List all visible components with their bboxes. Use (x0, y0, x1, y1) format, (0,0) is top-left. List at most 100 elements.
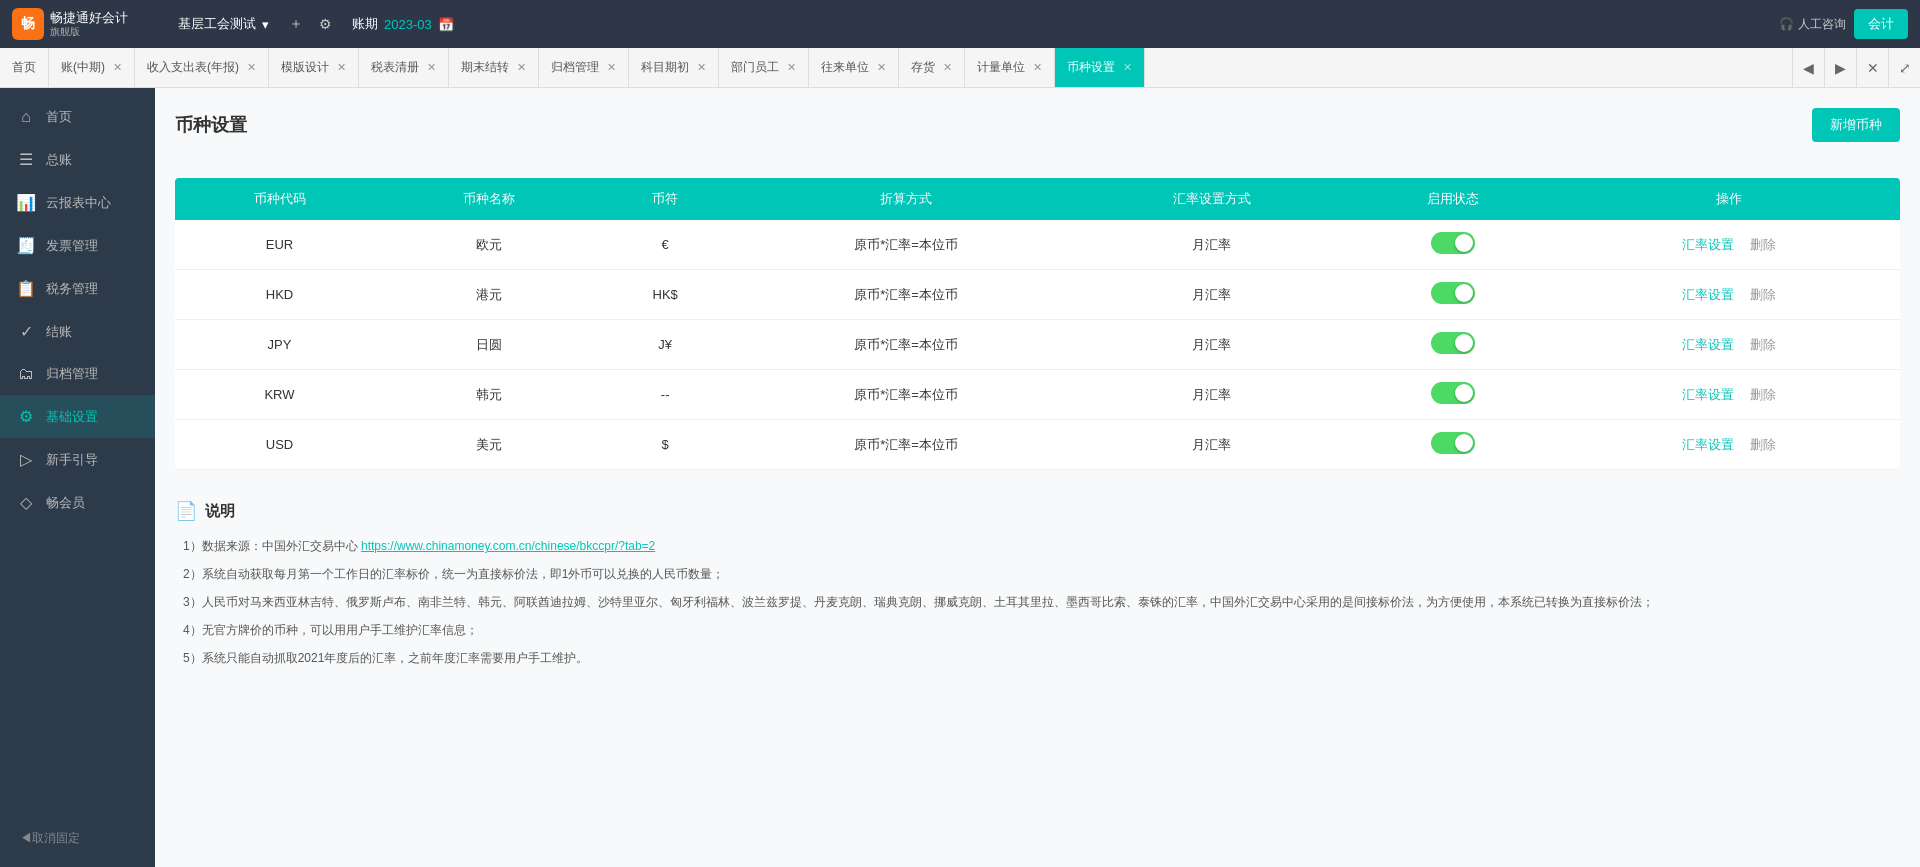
tab-close-contacts[interactable]: ✕ (877, 61, 886, 74)
toggle-1[interactable] (1431, 282, 1475, 304)
cell-symbol-2: J¥ (593, 320, 737, 370)
cell-code-1: HKD (175, 270, 384, 320)
toggle-track-4[interactable] (1431, 432, 1475, 454)
tab-period-end[interactable]: 期末结转 ✕ (449, 48, 539, 87)
cell-rate-type-4: 月汇率 (1075, 420, 1349, 470)
rate-setting-link-4[interactable]: 汇率设置 (1682, 437, 1734, 452)
delete-link-2[interactable]: 删除 (1750, 337, 1776, 352)
cell-action-3: 汇率设置 删除 (1558, 370, 1900, 420)
tab-close-currency[interactable]: ✕ (1123, 61, 1132, 74)
delete-link-0[interactable]: 删除 (1750, 237, 1776, 252)
sidebar-item-home[interactable]: ⌂ 首页 (0, 96, 155, 138)
checkout-icon: ✓ (16, 322, 36, 341)
tab-home[interactable]: 首页 (0, 48, 49, 87)
delete-link-3[interactable]: 删除 (1750, 387, 1776, 402)
tab-template[interactable]: 模版设计 ✕ (269, 48, 359, 87)
col-symbol: 币符 (593, 178, 737, 220)
tab-inventory[interactable]: 存货 ✕ (899, 48, 965, 87)
tab-period[interactable]: 账(中期) ✕ (49, 48, 135, 87)
pin-button[interactable]: ◀取消固定 (12, 822, 143, 855)
tab-archive[interactable]: 归档管理 ✕ (539, 48, 629, 87)
toggle-track-1[interactable] (1431, 282, 1475, 304)
sidebar-item-guide[interactable]: ▷ 新手引导 (0, 438, 155, 481)
notes-link[interactable]: https://www.chinamoney.com.cn/chinese/bk… (361, 539, 655, 553)
cell-toggle-4[interactable] (1349, 420, 1558, 470)
cell-name-0: 欧元 (384, 220, 593, 270)
tab-close-income[interactable]: ✕ (247, 61, 256, 74)
cell-toggle-2[interactable] (1349, 320, 1558, 370)
cell-rate-type-1: 月汇率 (1075, 270, 1349, 320)
delete-link-4[interactable]: 删除 (1750, 437, 1776, 452)
delete-link-1[interactable]: 删除 (1750, 287, 1776, 302)
tab-next-btn[interactable]: ▶ (1824, 48, 1856, 88)
archive-icon: 🗂 (16, 365, 36, 383)
tab-contacts[interactable]: 往来单位 ✕ (809, 48, 899, 87)
tab-dept[interactable]: 部门员工 ✕ (719, 48, 809, 87)
tab-close-period-end[interactable]: ✕ (517, 61, 526, 74)
toggle-4[interactable] (1431, 432, 1475, 454)
toggle-2[interactable] (1431, 332, 1475, 354)
tab-close-unit[interactable]: ✕ (1033, 61, 1042, 74)
tab-navigation: ◀ ▶ ✕ ⤢ (1792, 48, 1920, 88)
tab-prev-btn[interactable]: ◀ (1792, 48, 1824, 88)
tab-close-tax[interactable]: ✕ (427, 61, 436, 74)
content-area: 币种设置 新增币种 币种代码 币种名称 币符 折算方式 汇率设置方式 启用状态 … (155, 88, 1920, 867)
tab-close-period[interactable]: ✕ (113, 61, 122, 74)
app-logo: 畅 (12, 8, 44, 40)
help-button[interactable]: 🎧 人工咨询 (1779, 16, 1846, 33)
app-version: 旗舰版 (50, 26, 128, 38)
basic-icon: ⚙ (16, 407, 36, 426)
cell-rate-type-0: 月汇率 (1075, 220, 1349, 270)
cell-calc-2: 原币*汇率=本位币 (737, 320, 1075, 370)
sidebar-item-archive[interactable]: 🗂 归档管理 (0, 353, 155, 395)
toggle-track-2[interactable] (1431, 332, 1475, 354)
cell-calc-0: 原币*汇率=本位币 (737, 220, 1075, 270)
account-button[interactable]: 会计 (1854, 9, 1908, 39)
tab-tax[interactable]: 税表清册 ✕ (359, 48, 449, 87)
sidebar-item-ledger[interactable]: ☰ 总账 (0, 138, 155, 181)
tab-close-template[interactable]: ✕ (337, 61, 346, 74)
toggle-thumb-4 (1455, 434, 1473, 452)
company-selector[interactable]: 基层工会测试 ▾ (170, 11, 277, 37)
sidebar-item-checkout[interactable]: ✓ 结账 (0, 310, 155, 353)
sidebar-item-invoice[interactable]: 🧾 发票管理 (0, 224, 155, 267)
tab-close-inventory[interactable]: ✕ (943, 61, 952, 74)
rate-setting-link-2[interactable]: 汇率设置 (1682, 337, 1734, 352)
toggle-0[interactable] (1431, 232, 1475, 254)
sidebar-item-member[interactable]: ◇ 畅会员 (0, 481, 155, 524)
tab-subjects[interactable]: 科目期初 ✕ (629, 48, 719, 87)
cell-toggle-0[interactable] (1349, 220, 1558, 270)
tab-unit[interactable]: 计量单位 ✕ (965, 48, 1055, 87)
period-area: 账期 2023-03 📅 (352, 15, 454, 33)
cell-calc-1: 原币*汇率=本位币 (737, 270, 1075, 320)
table-body: EUR 欧元 € 原币*汇率=本位币 月汇率 汇率设置 删除 HKD 港元 HK… (175, 220, 1900, 470)
tab-close-archive[interactable]: ✕ (607, 61, 616, 74)
tab-close-dept[interactable]: ✕ (787, 61, 796, 74)
period-value[interactable]: 2023-03 (384, 17, 432, 32)
cell-toggle-3[interactable] (1349, 370, 1558, 420)
cell-action-2: 汇率设置 删除 (1558, 320, 1900, 370)
settings-icon[interactable]: ⚙ (315, 12, 336, 36)
new-currency-button[interactable]: 新增币种 (1812, 108, 1900, 142)
rate-setting-link-1[interactable]: 汇率设置 (1682, 287, 1734, 302)
cell-toggle-1[interactable] (1349, 270, 1558, 320)
tab-close-all-btn[interactable]: ✕ (1856, 48, 1888, 88)
add-tab-icon[interactable]: ＋ (285, 11, 307, 37)
toggle-thumb-1 (1455, 284, 1473, 302)
tab-income[interactable]: 收入支出表(年报) ✕ (135, 48, 269, 87)
rate-setting-link-0[interactable]: 汇率设置 (1682, 237, 1734, 252)
sidebar-item-basic[interactable]: ⚙ 基础设置 (0, 395, 155, 438)
calendar-icon[interactable]: 📅 (438, 17, 454, 32)
toggle-3[interactable] (1431, 382, 1475, 404)
tab-close-subjects[interactable]: ✕ (697, 61, 706, 74)
sidebar-item-reports[interactable]: 📊 云报表中心 (0, 181, 155, 224)
tab-currency[interactable]: 币种设置 ✕ (1055, 48, 1145, 87)
cell-rate-type-2: 月汇率 (1075, 320, 1349, 370)
sidebar-item-tax[interactable]: 📋 税务管理 (0, 267, 155, 310)
cell-name-4: 美元 (384, 420, 593, 470)
toggle-track-0[interactable] (1431, 232, 1475, 254)
cell-symbol-3: -- (593, 370, 737, 420)
toggle-track-3[interactable] (1431, 382, 1475, 404)
rate-setting-link-3[interactable]: 汇率设置 (1682, 387, 1734, 402)
tab-maximize-btn[interactable]: ⤢ (1888, 48, 1920, 88)
